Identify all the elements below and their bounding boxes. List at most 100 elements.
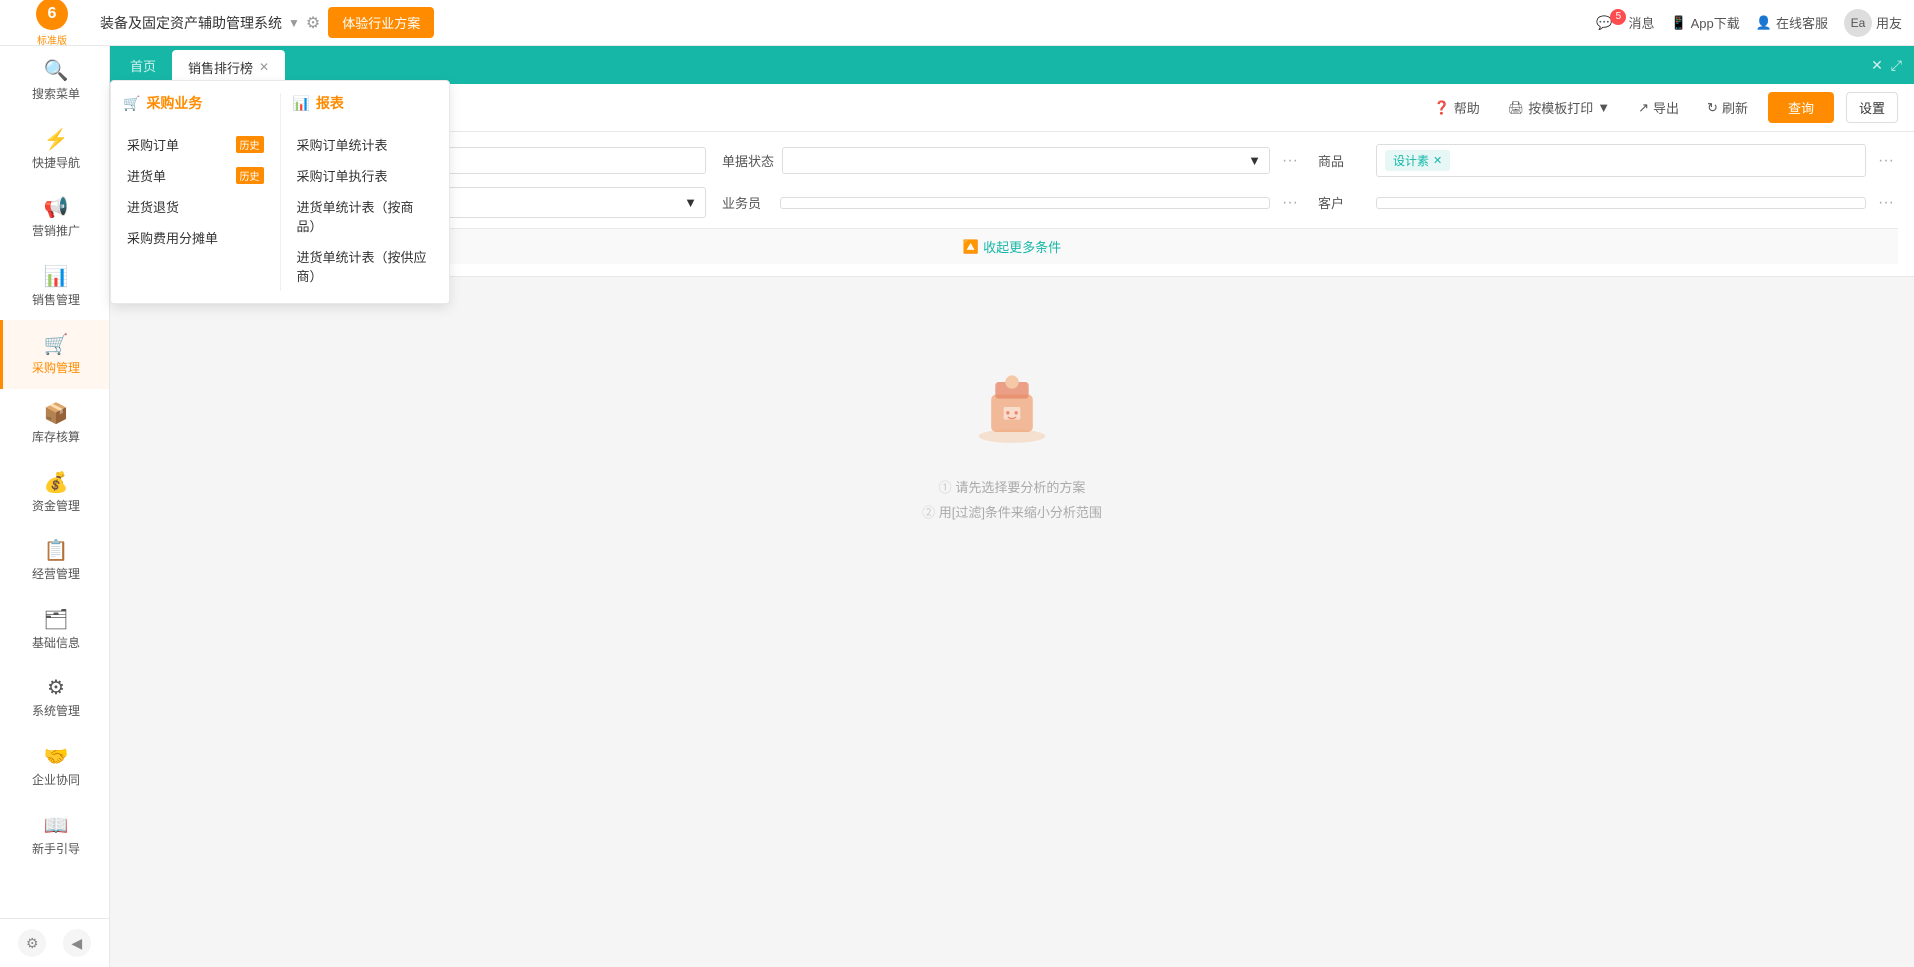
help-btn[interactable]: ❓ 帮助 (1426, 94, 1488, 121)
tab-expand-icon[interactable]: ⤢ (1891, 57, 1902, 74)
quick-nav-icon: ⚡ (44, 127, 69, 152)
salesperson-input[interactable] (780, 197, 1270, 209)
report-section-label: 报表 (316, 93, 344, 113)
guide-icon: 📖 (44, 813, 69, 838)
sidebar-item-system[interactable]: ⚙ 系统管理 (0, 663, 109, 732)
settings-btn[interactable]: 设置 (1846, 92, 1898, 123)
customer-ellipsis[interactable]: ··· (1874, 194, 1898, 212)
sidebar-item-search[interactable]: 🔍 搜索菜单 (0, 46, 109, 115)
logo-sub: 标准版 (37, 32, 67, 47)
sidebar-item-label: 搜索菜单 (32, 87, 80, 103)
online-service-btn[interactable]: 👤 在线客服 (1756, 13, 1828, 32)
menu-item-purchase-fee[interactable]: 采购费用分摊单 (123, 222, 268, 253)
goods-label: 商品 (1318, 151, 1368, 170)
collab-icon: 🤝 (44, 744, 69, 769)
sidebar-item-inventory[interactable]: 📦 库存核算 (0, 389, 109, 458)
sidebar-item-marketing[interactable]: 📢 营销推广 (0, 183, 109, 252)
tab-close-icon[interactable]: ✕ (259, 60, 269, 74)
history-tag: 历史 (236, 167, 264, 184)
customer-filter: 客户 ··· (1318, 193, 1898, 212)
dropdown-sections: 🛒 采购业务 采购订单 历史 进货单 历史 进货退货 采购费用分摊单 (111, 93, 449, 291)
menu-item-goods-in-stats-goods[interactable]: 进货单统计表（按商品） (293, 191, 438, 241)
sidebar-item-label: 基础信息 (32, 636, 80, 652)
sidebar-item-basic[interactable]: 🗂 基础信息 (0, 595, 109, 664)
tab-sales-rank[interactable]: 销售排行榜 ✕ (172, 50, 285, 84)
app-download-btn[interactable]: 📱 App下载 (1670, 13, 1739, 32)
doc-status-select[interactable]: ▼ (782, 147, 1270, 174)
customer-input[interactable] (1376, 197, 1866, 209)
sidebar-settings-btn[interactable]: ⚙ (18, 929, 46, 957)
empty-illustration (962, 357, 1062, 457)
menu-item-label: 采购订单 (127, 135, 179, 154)
basic-icon: 🗂 (43, 607, 68, 632)
sidebar-item-capital[interactable]: 💰 资金管理 (0, 458, 109, 527)
goods-tag: 设计素 ✕ (1385, 150, 1450, 171)
logo-icon: 6 (36, 0, 68, 30)
sidebar-item-purchase[interactable]: 🛒 采购管理 (0, 320, 109, 389)
sidebar-item-ops[interactable]: 📋 经营管理 (0, 526, 109, 595)
rank-chevron: ▼ (684, 195, 697, 210)
sidebar-item-label: 新手引导 (32, 842, 80, 858)
menu-item-purchase-order[interactable]: 采购订单 历史 (123, 129, 268, 160)
tab-home[interactable]: 首页 (114, 46, 172, 84)
main-layout: 🔍 搜索菜单 ⚡ 快捷导航 📢 营销推广 📊 销售管理 🛒 采购管理 📦 库存核… (0, 46, 1914, 967)
query-btn[interactable]: 查询 (1768, 92, 1834, 123)
sidebar-item-label: 采购管理 (32, 361, 80, 377)
sidebar-item-label: 系统管理 (32, 704, 80, 720)
refresh-icon: ↻ (1707, 100, 1718, 116)
title-settings-icon[interactable]: ⚙ (306, 13, 320, 33)
ops-icon: 📋 (44, 538, 69, 563)
online-service-label: 在线客服 (1776, 13, 1828, 32)
avatar: Ea (1844, 9, 1872, 37)
menu-item-label: 进货单 (127, 166, 166, 185)
sidebar-bottom: ⚙ ◀ (0, 918, 109, 967)
app-download-label: App下载 (1691, 13, 1740, 32)
sidebar-item-label: 经营管理 (32, 567, 80, 583)
app-logo: 6 标准版 (12, 0, 92, 47)
empty-hint-1-text: 请先选择要分析的方案 (955, 480, 1085, 495)
doc-status-ellipsis[interactable]: ··· (1278, 152, 1302, 170)
purchase-section-title: 🛒 采购业务 (123, 93, 268, 119)
menu-item-purchase-order-stats[interactable]: 采购订单统计表 (293, 129, 438, 160)
menu-item-goods-in-stats-supplier[interactable]: 进货单统计表（按供应商） (293, 241, 438, 291)
user-area[interactable]: Ea 用友 (1844, 9, 1902, 37)
goods-input[interactable]: 设计素 ✕ (1376, 144, 1866, 177)
goods-ellipsis[interactable]: ··· (1874, 152, 1898, 170)
sidebar-item-collab[interactable]: 🤝 企业协同 (0, 732, 109, 801)
system-title-area: 装备及固定资产辅助管理系统 ▼ ⚙ (100, 13, 320, 33)
menu-item-goods-return[interactable]: 进货退货 (123, 191, 268, 222)
tab-sales-rank-label: 销售排行榜 (188, 58, 253, 77)
doc-status-label: 单据状态 (722, 151, 774, 170)
salesperson-filter: 业务员 ··· (722, 193, 1302, 212)
empty-hint-2-text: 用[过滤]条件来缩小分析范围 (939, 505, 1102, 520)
refresh-label: 刷新 (1722, 98, 1748, 117)
menu-item-label: 进货单统计表（按商品） (297, 197, 434, 235)
sidebar-item-guide[interactable]: 📖 新手引导 (0, 801, 109, 870)
tab-home-label: 首页 (130, 56, 156, 75)
title-chevron-icon[interactable]: ▼ (288, 16, 300, 30)
system-icon: ⚙ (47, 675, 65, 700)
sidebar-item-label: 销售管理 (32, 293, 80, 309)
sidebar-item-label: 企业协同 (32, 773, 80, 789)
marketing-icon: 📢 (44, 195, 69, 220)
sidebar-collapse-btn[interactable]: ◀ (63, 929, 91, 957)
history-tag: 历史 (236, 136, 264, 153)
goods-tag-close-icon[interactable]: ✕ (1433, 154, 1442, 167)
salesperson-ellipsis[interactable]: ··· (1278, 194, 1302, 212)
sidebar-item-label: 营销推广 (32, 224, 80, 240)
industry-btn[interactable]: 体验行业方案 (328, 7, 434, 38)
refresh-btn[interactable]: ↻ 刷新 (1699, 94, 1756, 121)
export-btn[interactable]: ↗ 导出 (1630, 94, 1687, 121)
print-btn[interactable]: 🖨 按模板打印 ▼ (1500, 94, 1618, 121)
message-btn[interactable]: 💬 5 消息 (1596, 13, 1654, 32)
menu-item-goods-in[interactable]: 进货单 历史 (123, 160, 268, 191)
tab-bar: 首页 销售排行榜 ✕ ✕ ⤢ (110, 46, 1914, 84)
sidebar-item-sales[interactable]: 📊 销售管理 (0, 252, 109, 321)
export-icon: ↗ (1638, 100, 1649, 116)
salesperson-label: 业务员 (722, 193, 772, 212)
goods-filter: 商品 设计素 ✕ ··· (1318, 144, 1898, 177)
sidebar-item-quick-nav[interactable]: ⚡ 快捷导航 (0, 115, 109, 184)
topbar-right: 💬 5 消息 📱 App下载 👤 在线客服 Ea 用友 (1596, 9, 1902, 37)
menu-item-purchase-order-exec[interactable]: 采购订单执行表 (293, 160, 438, 191)
tab-close-all-icon[interactable]: ✕ (1871, 57, 1883, 74)
